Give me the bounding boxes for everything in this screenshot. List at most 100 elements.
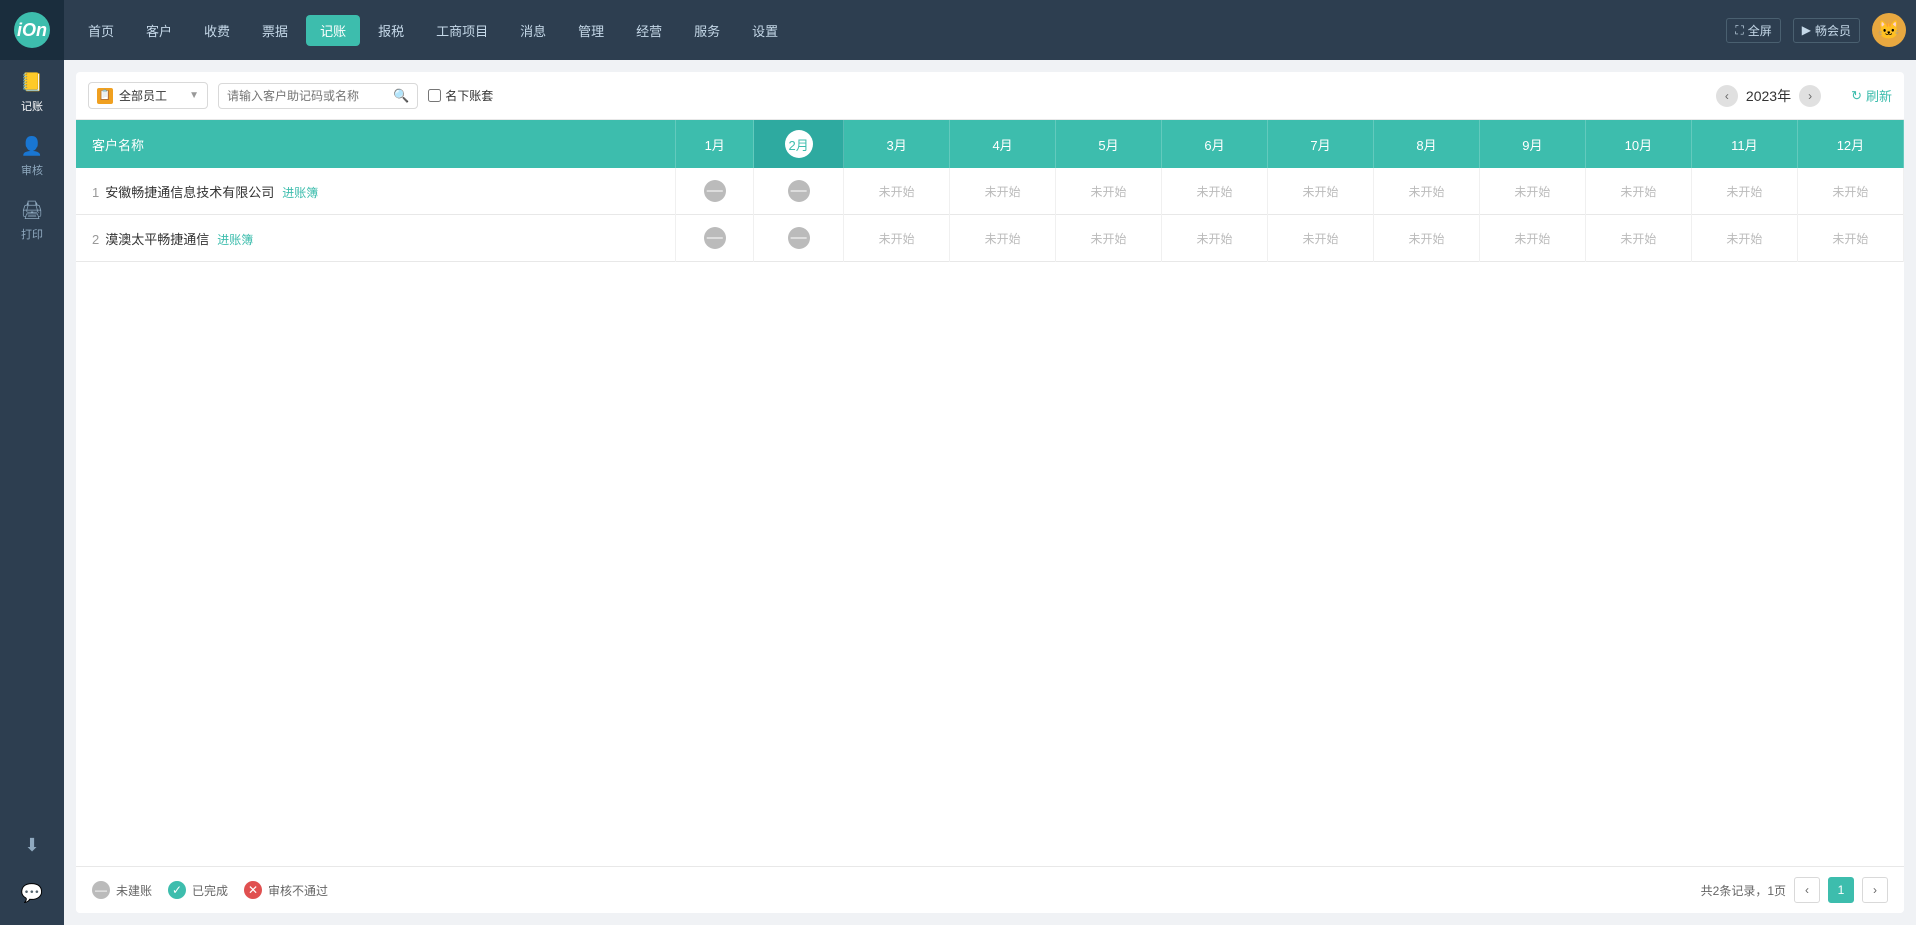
sidebar-item-print[interactable]: 🖨 打印 <box>0 188 64 252</box>
bookkeeping-table: 客户名称 1月 2月 3月 4月 5月 6月 7月 8月 <box>76 120 1904 262</box>
legend-done: ✓ 已完成 <box>168 881 228 899</box>
link-jinzhangbu[interactable]: 进账簿 <box>217 233 253 247</box>
nav-msg[interactable]: 消息 <box>506 15 560 46</box>
page-next-button[interactable]: › <box>1862 877 1888 903</box>
customer-name: 安徽畅捷通信息技术有限公司 <box>105 185 274 200</box>
year-nav: ‹ 2023年 › <box>1716 85 1821 107</box>
vip-icon: ▶ <box>1802 23 1811 37</box>
employee-filter[interactable]: 📋 全部员工 ▼ <box>88 82 208 109</box>
sidebar-item-bookkeeping[interactable]: 📒 记账 <box>0 60 64 124</box>
chat-icon: 💬 <box>20 881 44 905</box>
th-oct: 10月 <box>1585 120 1691 168</box>
search-icon[interactable]: 🔍 <box>393 88 409 104</box>
nav-ops[interactable]: 经营 <box>622 15 676 46</box>
row-num: 1 <box>92 185 99 200</box>
footer-right: 共2条记录，1页 ‹ 1 › <box>1701 877 1888 903</box>
filter-arrow-icon: ▼ <box>189 90 199 101</box>
status-not-started: 未开始 <box>1726 232 1762 246</box>
sidebar-item-audit[interactable]: 👤 审核 <box>0 124 64 188</box>
nav-settings[interactable]: 设置 <box>738 15 792 46</box>
status-dash-icon: — <box>788 227 810 249</box>
status-not-started: 未开始 <box>1514 185 1550 199</box>
th-feb: 2月 <box>754 120 844 168</box>
nav-invoice[interactable]: 票据 <box>248 15 302 46</box>
myaccount-checkbox[interactable] <box>428 89 441 102</box>
cell-month-1-8: 未开始 <box>1479 215 1585 262</box>
fullscreen-button[interactable]: ⛶ 全屏 <box>1726 18 1780 43</box>
cell-month-0-4: 未开始 <box>1056 168 1162 215</box>
refresh-button[interactable]: ↻ 刷新 <box>1851 86 1892 105</box>
cell-month-0-11: 未开始 <box>1797 168 1903 215</box>
year-prev-button[interactable]: ‹ <box>1716 85 1738 107</box>
row-num: 2 <box>92 232 99 247</box>
cell-month-0-3: 未开始 <box>950 168 1056 215</box>
status-not-started: 未开始 <box>985 185 1021 199</box>
table-row: 2漠澳太平畅捷通信进账簿——未开始未开始未开始未开始未开始未开始未开始未开始未开… <box>76 215 1904 262</box>
refresh-label: 刷新 <box>1866 86 1892 105</box>
app-logo-icon: iOn <box>14 12 50 48</box>
sidebar-item-download[interactable]: ⬇ <box>0 823 64 867</box>
top-nav: 首页 客户 收费 票据 记账 报税 工商项目 消息 管理 经营 服务 设置 ⛶ … <box>64 0 1916 60</box>
nav-items: 首页 客户 收费 票据 记账 报税 工商项目 消息 管理 经营 服务 设置 <box>74 15 1726 46</box>
vip-button[interactable]: ▶ 畅会员 <box>1793 18 1860 43</box>
sidebar: iOn 📒 记账 👤 审核 🖨 打印 ⬇ 💬 <box>0 0 64 925</box>
sidebar-item-bookkeeping-label: 记账 <box>21 98 43 114</box>
legend-rejected: ✕ 审核不通过 <box>244 881 328 899</box>
nav-customer[interactable]: 客户 <box>132 15 186 46</box>
status-not-started: 未开始 <box>1620 232 1656 246</box>
status-not-started: 未开始 <box>1091 232 1127 246</box>
status-not-started: 未开始 <box>1091 185 1127 199</box>
vip-label: 畅会员 <box>1815 22 1851 39</box>
nav-tax[interactable]: 报税 <box>364 15 418 46</box>
cell-month-0-7: 未开始 <box>1373 168 1479 215</box>
status-not-started: 未开始 <box>1620 185 1656 199</box>
cell-month-0-6: 未开始 <box>1268 168 1374 215</box>
th-sep: 9月 <box>1479 120 1585 168</box>
myaccount-checkbox-wrap[interactable]: 名下账套 <box>428 87 493 104</box>
nav-service[interactable]: 服务 <box>680 15 734 46</box>
status-dash-icon: — <box>704 227 726 249</box>
status-not-started: 未开始 <box>1408 185 1444 199</box>
nav-fee[interactable]: 收费 <box>190 15 244 46</box>
sidebar-logo: iOn <box>0 0 64 60</box>
nav-home[interactable]: 首页 <box>74 15 128 46</box>
page-1-button[interactable]: 1 <box>1828 877 1854 903</box>
print-icon: 🖨 <box>20 198 44 222</box>
fullscreen-icon: ⛶ <box>1735 23 1743 38</box>
nav-mgmt[interactable]: 管理 <box>564 15 618 46</box>
main-area: 首页 客户 收费 票据 记账 报税 工商项目 消息 管理 经营 服务 设置 ⛶ … <box>64 0 1916 925</box>
filter-text: 全部员工 <box>119 87 183 104</box>
cell-month-0-8: 未开始 <box>1479 168 1585 215</box>
status-not-started: 未开始 <box>879 232 915 246</box>
year-display: 2023年 <box>1746 86 1791 106</box>
avatar[interactable]: 🐱 <box>1872 13 1906 47</box>
table-row: 1安徽畅捷通信息技术有限公司进账簿——未开始未开始未开始未开始未开始未开始未开始… <box>76 168 1904 215</box>
cell-month-1-2: 未开始 <box>844 215 950 262</box>
sidebar-item-chat[interactable]: 💬 <box>0 871 64 915</box>
year-next-button[interactable]: › <box>1799 85 1821 107</box>
refresh-icon: ↻ <box>1851 88 1862 104</box>
cell-customer-0: 1 安徽畅捷通信息技术有限公司进账簿 <box>76 168 676 215</box>
legend-rejected-label: 审核不通过 <box>268 882 328 899</box>
nav-biz[interactable]: 工商项目 <box>422 15 502 46</box>
legend-done-label: 已完成 <box>192 882 228 899</box>
cell-month-1-3: 未开始 <box>950 215 1056 262</box>
legend-red-icon: ✕ <box>244 881 262 899</box>
nav-bookkeeping[interactable]: 记账 <box>306 15 360 46</box>
table-body: 1安徽畅捷通信息技术有限公司进账簿——未开始未开始未开始未开始未开始未开始未开始… <box>76 168 1904 262</box>
table-wrap: 客户名称 1月 2月 3月 4月 5月 6月 7月 8月 <box>76 120 1904 866</box>
logo-text: iOn <box>17 20 47 41</box>
search-input[interactable] <box>227 89 387 103</box>
audit-icon: 👤 <box>20 134 44 158</box>
cell-customer-1: 2漠澳太平畅捷通信进账簿 <box>76 215 676 262</box>
cell-month-0-1: — <box>754 168 844 215</box>
page-prev-button[interactable]: ‹ <box>1794 877 1820 903</box>
status-not-started: 未开始 <box>1514 232 1550 246</box>
link-jinzhangbu[interactable]: 进账簿 <box>282 186 318 200</box>
sidebar-item-print-label: 打印 <box>21 226 43 242</box>
cell-month-1-0: — <box>676 215 754 262</box>
bookkeeping-icon: 📒 <box>20 70 44 94</box>
cell-month-0-10: 未开始 <box>1691 168 1797 215</box>
toolbar: 📋 全部员工 ▼ 🔍 名下账套 ‹ 2023年 › <box>76 72 1904 120</box>
cell-month-0-5: 未开始 <box>1162 168 1268 215</box>
